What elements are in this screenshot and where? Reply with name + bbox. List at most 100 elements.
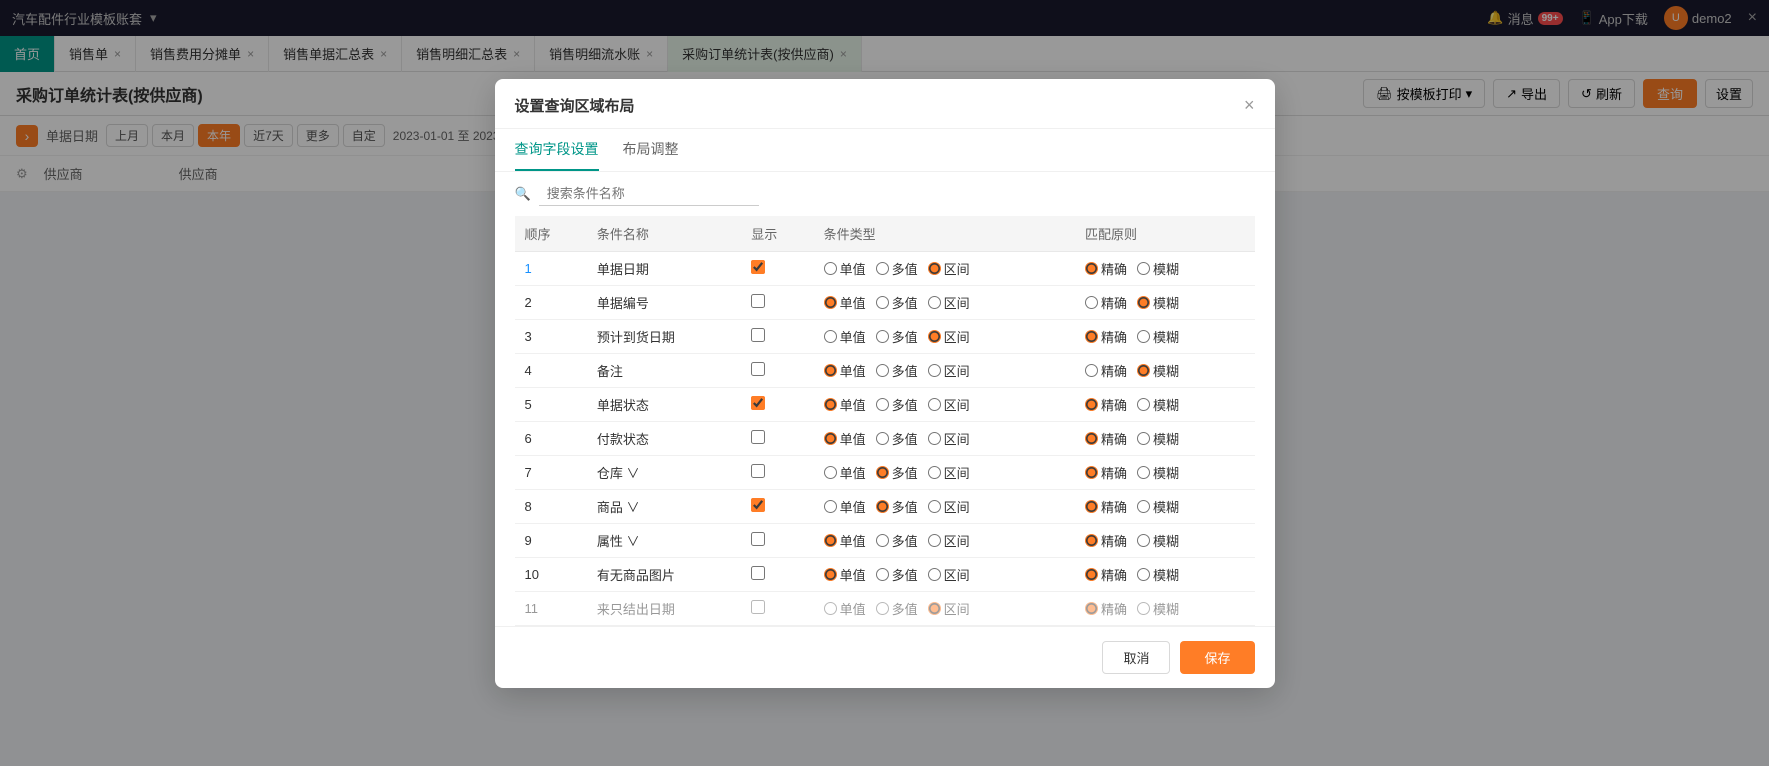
radio-type-单值-4[interactable]: 单值 bbox=[824, 395, 866, 414]
tab-layout-adjust[interactable]: 布局调整 bbox=[623, 129, 679, 171]
radio-match-模糊-7[interactable]: 模糊 bbox=[1137, 497, 1179, 516]
radio-type-多值-7[interactable]: 多值 bbox=[876, 497, 918, 516]
radio-match-精确-4[interactable]: 精确 bbox=[1085, 395, 1127, 414]
row-checkbox-6[interactable] bbox=[741, 455, 813, 489]
row-name-4: 单据状态 bbox=[587, 387, 741, 421]
row-checkbox-10[interactable] bbox=[741, 591, 813, 625]
row-checkbox-1[interactable] bbox=[741, 285, 813, 319]
dialog-search-area: 🔍 bbox=[495, 172, 1275, 216]
radio-type-单值-3[interactable]: 单值 bbox=[824, 361, 866, 380]
radio-type-区间-2[interactable]: 区间 bbox=[928, 327, 970, 346]
radio-type-多值-1[interactable]: 多值 bbox=[876, 293, 918, 312]
row-order-10: 11 bbox=[515, 591, 587, 625]
radio-match-精确-0[interactable]: 精确 bbox=[1085, 259, 1127, 278]
radio-match-精确-2[interactable]: 精确 bbox=[1085, 327, 1127, 346]
radio-match-精确-6[interactable]: 精确 bbox=[1085, 463, 1127, 482]
radio-match-模糊-5[interactable]: 模糊 bbox=[1137, 429, 1179, 448]
radio-type-区间-5[interactable]: 区间 bbox=[928, 429, 970, 448]
checkbox-7[interactable] bbox=[751, 498, 765, 512]
radio-match-精确-10[interactable]: 精确 bbox=[1085, 599, 1127, 618]
row-order-2: 3 bbox=[515, 319, 587, 353]
dialog-close-btn[interactable]: × bbox=[1244, 95, 1255, 116]
radio-match-精确-3[interactable]: 精确 bbox=[1085, 361, 1127, 380]
row-order-9: 10 bbox=[515, 557, 587, 591]
radio-type-单值-9[interactable]: 单值 bbox=[824, 565, 866, 584]
table-row: 8商品 ∨单值多值区间精确模糊 bbox=[515, 489, 1255, 523]
radio-type-单值-6[interactable]: 单值 bbox=[824, 463, 866, 482]
checkbox-5[interactable] bbox=[751, 430, 765, 444]
radio-match-模糊-4[interactable]: 模糊 bbox=[1137, 395, 1179, 414]
row-checkbox-7[interactable] bbox=[741, 489, 813, 523]
radio-match-模糊-10[interactable]: 模糊 bbox=[1137, 599, 1179, 618]
radio-type-多值-2[interactable]: 多值 bbox=[876, 327, 918, 346]
radio-match-精确-9[interactable]: 精确 bbox=[1085, 565, 1127, 584]
radio-type-多值-8[interactable]: 多值 bbox=[876, 531, 918, 550]
radio-type-单值-7[interactable]: 单值 bbox=[824, 497, 866, 516]
search-icon: 🔍 bbox=[515, 186, 531, 202]
radio-type-单值-2[interactable]: 单值 bbox=[824, 327, 866, 346]
checkbox-6[interactable] bbox=[751, 464, 765, 478]
radio-type-区间-4[interactable]: 区间 bbox=[928, 395, 970, 414]
row-checkbox-0[interactable] bbox=[741, 251, 813, 285]
col-order: 顺序 bbox=[515, 216, 587, 252]
radio-match-模糊-2[interactable]: 模糊 bbox=[1137, 327, 1179, 346]
radio-match-精确-8[interactable]: 精确 bbox=[1085, 531, 1127, 550]
radio-type-多值-5[interactable]: 多值 bbox=[876, 429, 918, 448]
radio-type-多值-3[interactable]: 多值 bbox=[876, 361, 918, 380]
row-checkbox-3[interactable] bbox=[741, 353, 813, 387]
row-type-4: 单值多值区间 bbox=[814, 387, 1075, 421]
radio-match-模糊-6[interactable]: 模糊 bbox=[1137, 463, 1179, 482]
radio-match-模糊-0[interactable]: 模糊 bbox=[1137, 259, 1179, 278]
cancel-btn[interactable]: 取消 bbox=[1102, 641, 1170, 674]
tab-query-fields[interactable]: 查询字段设置 bbox=[515, 129, 599, 171]
radio-type-多值-9[interactable]: 多值 bbox=[876, 565, 918, 584]
search-input[interactable] bbox=[539, 182, 759, 206]
radio-match-精确-7[interactable]: 精确 bbox=[1085, 497, 1127, 516]
radio-type-区间-3[interactable]: 区间 bbox=[928, 361, 970, 380]
row-checkbox-8[interactable] bbox=[741, 523, 813, 557]
radio-type-多值-10[interactable]: 多值 bbox=[876, 599, 918, 618]
radio-type-多值-4[interactable]: 多值 bbox=[876, 395, 918, 414]
checkbox-9[interactable] bbox=[751, 566, 765, 580]
radio-match-模糊-3[interactable]: 模糊 bbox=[1137, 361, 1179, 380]
row-match-9: 精确模糊 bbox=[1075, 557, 1255, 591]
radio-type-单值-0[interactable]: 单值 bbox=[824, 259, 866, 278]
checkbox-3[interactable] bbox=[751, 362, 765, 376]
radio-type-单值-1[interactable]: 单值 bbox=[824, 293, 866, 312]
row-checkbox-2[interactable] bbox=[741, 319, 813, 353]
radio-type-区间-6[interactable]: 区间 bbox=[928, 463, 970, 482]
checkbox-8[interactable] bbox=[751, 532, 765, 546]
radio-match-模糊-8[interactable]: 模糊 bbox=[1137, 531, 1179, 550]
radio-type-区间-8[interactable]: 区间 bbox=[928, 531, 970, 550]
row-type-8: 单值多值区间 bbox=[814, 523, 1075, 557]
radio-match-模糊-9[interactable]: 模糊 bbox=[1137, 565, 1179, 584]
radio-type-单值-8[interactable]: 单值 bbox=[824, 531, 866, 550]
radio-match-精确-1[interactable]: 精确 bbox=[1085, 293, 1127, 312]
row-type-3: 单值多值区间 bbox=[814, 353, 1075, 387]
checkbox-2[interactable] bbox=[751, 328, 765, 342]
radio-type-区间-10[interactable]: 区间 bbox=[928, 599, 970, 618]
radio-type-单值-10[interactable]: 单值 bbox=[824, 599, 866, 618]
checkbox-4[interactable] bbox=[751, 396, 765, 410]
radio-match-精确-5[interactable]: 精确 bbox=[1085, 429, 1127, 448]
radio-type-区间-7[interactable]: 区间 bbox=[928, 497, 970, 516]
radio-type-区间-9[interactable]: 区间 bbox=[928, 565, 970, 584]
checkbox-10[interactable] bbox=[751, 600, 765, 614]
row-checkbox-9[interactable] bbox=[741, 557, 813, 591]
row-checkbox-4[interactable] bbox=[741, 387, 813, 421]
radio-type-多值-6[interactable]: 多值 bbox=[876, 463, 918, 482]
radio-type-区间-1[interactable]: 区间 bbox=[928, 293, 970, 312]
row-match-2: 精确模糊 bbox=[1075, 319, 1255, 353]
radio-type-单值-5[interactable]: 单值 bbox=[824, 429, 866, 448]
dialog-title: 设置查询区域布局 bbox=[515, 95, 635, 116]
row-checkbox-5[interactable] bbox=[741, 421, 813, 455]
checkbox-1[interactable] bbox=[751, 294, 765, 308]
radio-type-多值-0[interactable]: 多值 bbox=[876, 259, 918, 278]
checkbox-0[interactable] bbox=[751, 260, 765, 274]
table-row: 10有无商品图片单值多值区间精确模糊 bbox=[515, 557, 1255, 591]
radio-match-模糊-1[interactable]: 模糊 bbox=[1137, 293, 1179, 312]
save-btn[interactable]: 保存 bbox=[1180, 641, 1254, 674]
radio-type-区间-0[interactable]: 区间 bbox=[928, 259, 970, 278]
row-order-8: 9 bbox=[515, 523, 587, 557]
row-order-5: 6 bbox=[515, 421, 587, 455]
